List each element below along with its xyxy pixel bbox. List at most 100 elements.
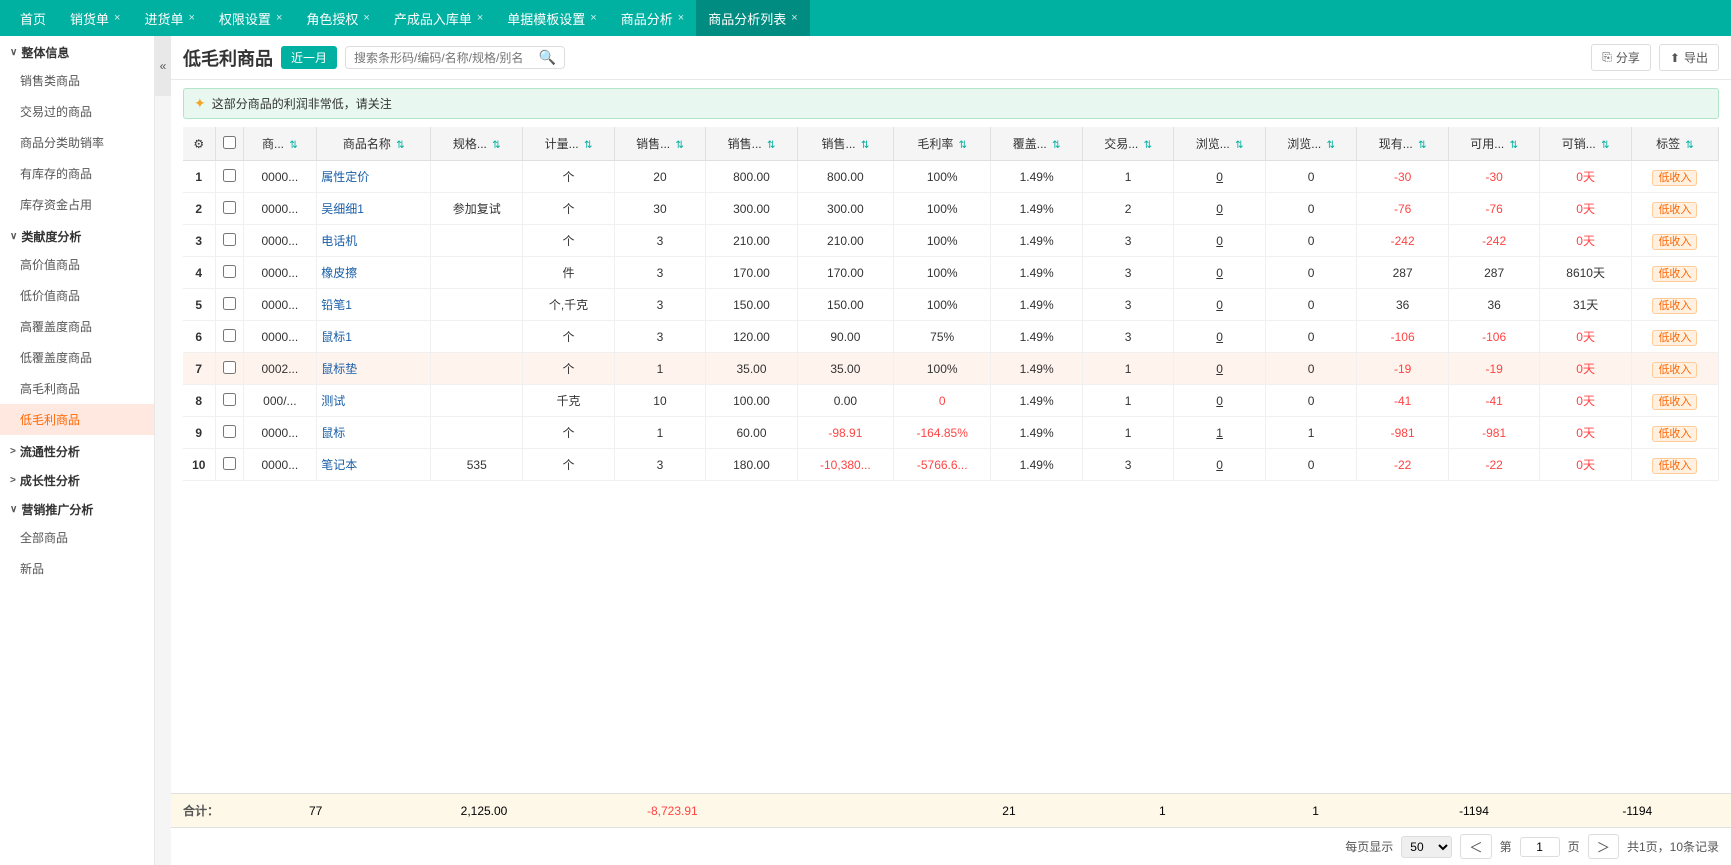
row-sales-qty: 3	[614, 225, 706, 257]
close-purchase-order-icon[interactable]: ×	[188, 12, 194, 24]
search-icon[interactable]: 🔍	[539, 49, 556, 66]
sidebar-group-marketing[interactable]: ∨ 营销推广分析	[0, 493, 154, 522]
col-sellable-days[interactable]: 可销... ⇅	[1540, 127, 1632, 161]
nav-role-auth[interactable]: 角色授权 ×	[294, 0, 381, 36]
close-permission-icon[interactable]: ×	[276, 12, 282, 24]
close-sales-order-icon[interactable]: ×	[114, 12, 120, 24]
row-checkbox[interactable]	[215, 289, 243, 321]
col-current-stock[interactable]: 现有... ⇅	[1357, 127, 1449, 161]
per-page-select[interactable]: 50 20 100	[1401, 836, 1452, 858]
col-coverage[interactable]: 覆盖... ⇅	[991, 127, 1083, 161]
sidebar-item-high-value[interactable]: 高价值商品	[0, 249, 154, 280]
close-analysis-list-icon[interactable]: ×	[791, 12, 797, 24]
close-analysis-icon[interactable]: ×	[678, 12, 684, 24]
warning-banner: ✦ 这部分商品的利润非常低，请关注	[183, 88, 1719, 119]
col-name[interactable]: 商品名称 ⇅	[317, 127, 431, 161]
nav-sales-order[interactable]: 销货单 ×	[58, 0, 132, 36]
prev-page-button[interactable]: ＜	[1460, 834, 1491, 859]
sidebar-item-low-value[interactable]: 低价值商品	[0, 280, 154, 311]
sidebar-item-high-coverage[interactable]: 高覆盖度商品	[0, 311, 154, 342]
row-checkbox[interactable]	[215, 353, 243, 385]
share-button[interactable]: ⎘ 分享	[1591, 44, 1651, 71]
nav-permission-settings[interactable]: 权限设置 ×	[207, 0, 294, 36]
row-name[interactable]: 测试	[317, 385, 431, 417]
row-views1[interactable]: 0	[1174, 225, 1266, 257]
row-name[interactable]: 笔记本	[317, 449, 431, 481]
col-settings[interactable]: ⚙	[183, 127, 215, 161]
search-input[interactable]	[354, 51, 539, 65]
row-views1[interactable]: 0	[1174, 321, 1266, 353]
sidebar-item-capital-usage[interactable]: 库存资金占用	[0, 189, 154, 220]
col-trade-count[interactable]: 交易... ⇅	[1082, 127, 1174, 161]
sidebar-item-category-sales-rate[interactable]: 商品分类助销率	[0, 127, 154, 158]
row-no: 1	[183, 161, 215, 193]
sidebar-item-all-products[interactable]: 全部商品	[0, 522, 154, 553]
col-views2[interactable]: 浏览... ⇅	[1265, 127, 1357, 161]
sidebar-group-growth[interactable]: > 成长性分析	[0, 464, 154, 493]
sidebar-group-liquidity[interactable]: > 流通性分析	[0, 435, 154, 464]
row-name[interactable]: 铅笔1	[317, 289, 431, 321]
col-sales-profit[interactable]: 销售... ⇅	[797, 127, 893, 161]
row-name[interactable]: 吴细细1	[317, 193, 431, 225]
page-number-input[interactable]: 1	[1520, 837, 1560, 857]
sidebar-item-low-coverage[interactable]: 低覆盖度商品	[0, 342, 154, 373]
next-page-button[interactable]: ＞	[1588, 834, 1619, 859]
sidebar-item-in-stock[interactable]: 有库存的商品	[0, 158, 154, 189]
row-views1[interactable]: 1	[1174, 417, 1266, 449]
close-role-icon[interactable]: ×	[363, 12, 369, 24]
row-views1[interactable]: 0	[1174, 385, 1266, 417]
col-sales-qty[interactable]: 销售... ⇅	[614, 127, 706, 161]
row-coverage: 1.49%	[991, 385, 1083, 417]
col-tag[interactable]: 标签 ⇅	[1631, 127, 1718, 161]
row-views1[interactable]: 0	[1174, 289, 1266, 321]
col-code[interactable]: 商... ⇅	[243, 127, 317, 161]
row-name[interactable]: 属性定价	[317, 161, 431, 193]
date-filter-button[interactable]: 近一月	[281, 46, 337, 69]
export-button[interactable]: ⬆ 导出	[1659, 44, 1719, 71]
sidebar-collapse-button[interactable]: «	[155, 36, 171, 96]
col-gross-margin[interactable]: 毛利率 ⇅	[894, 127, 991, 161]
nav-product-analysis[interactable]: 商品分析 ×	[609, 0, 696, 36]
close-product-inbound-icon[interactable]: ×	[477, 12, 483, 24]
sidebar-item-traded-products[interactable]: 交易过的商品	[0, 96, 154, 127]
row-views1[interactable]: 0	[1174, 257, 1266, 289]
sidebar-group-dedication[interactable]: ∨ 类献度分析	[0, 220, 154, 249]
col-sales-amount[interactable]: 销售... ⇅	[706, 127, 798, 161]
row-name[interactable]: 鼠标垫	[317, 353, 431, 385]
row-sellable-days: 31天	[1540, 289, 1632, 321]
row-checkbox[interactable]	[215, 385, 243, 417]
nav-purchase-order[interactable]: 进货单 ×	[132, 0, 206, 36]
row-views1[interactable]: 0	[1174, 193, 1266, 225]
col-unit[interactable]: 计量... ⇅	[523, 127, 615, 161]
table-row: 8 000/... 测试 千克 10 100.00 0.00 0 1.49% 1…	[183, 385, 1719, 417]
sidebar-item-new-products[interactable]: 新品	[0, 553, 154, 584]
sidebar-group-overall[interactable]: ∨ 整体信息	[0, 36, 154, 65]
close-template-icon[interactable]: ×	[590, 12, 596, 24]
row-checkbox[interactable]	[215, 417, 243, 449]
row-views1[interactable]: 0	[1174, 353, 1266, 385]
sidebar-item-sales-products[interactable]: 销售类商品	[0, 65, 154, 96]
nav-product-analysis-list[interactable]: 商品分析列表 ×	[696, 0, 809, 36]
col-views1[interactable]: 浏览... ⇅	[1174, 127, 1266, 161]
sidebar-item-high-margin[interactable]: 高毛利商品	[0, 373, 154, 404]
row-name[interactable]: 鼠标	[317, 417, 431, 449]
row-checkbox[interactable]	[215, 193, 243, 225]
row-checkbox[interactable]	[215, 449, 243, 481]
row-checkbox[interactable]	[215, 257, 243, 289]
nav-home[interactable]: 首页	[8, 0, 58, 36]
nav-template-settings[interactable]: 单据模板设置 ×	[495, 0, 608, 36]
row-name[interactable]: 电话机	[317, 225, 431, 257]
select-all-checkbox[interactable]	[223, 136, 236, 149]
row-checkbox[interactable]	[215, 161, 243, 193]
row-name[interactable]: 橡皮擦	[317, 257, 431, 289]
row-checkbox[interactable]	[215, 321, 243, 353]
col-available-stock[interactable]: 可用... ⇅	[1448, 127, 1540, 161]
sidebar-item-low-margin[interactable]: 低毛利商品	[0, 404, 154, 435]
col-spec[interactable]: 规格... ⇅	[431, 127, 523, 161]
row-name[interactable]: 鼠标1	[317, 321, 431, 353]
row-views1[interactable]: 0	[1174, 161, 1266, 193]
row-checkbox[interactable]	[215, 225, 243, 257]
row-sales-amount: 60.00	[706, 417, 798, 449]
row-views1[interactable]: 0	[1174, 449, 1266, 481]
nav-product-inbound[interactable]: 产成品入库单 ×	[382, 0, 495, 36]
